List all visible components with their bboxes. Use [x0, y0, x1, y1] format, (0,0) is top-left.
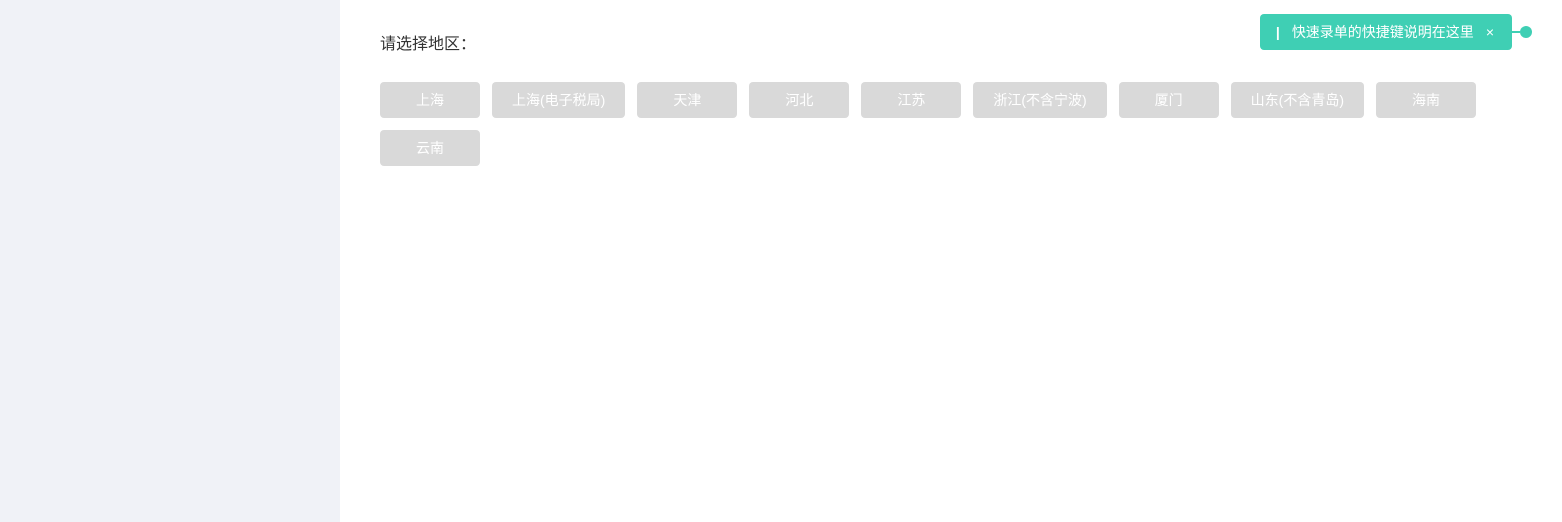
region-button-tianjin[interactable]: 天津: [637, 82, 737, 118]
tooltip-close-button[interactable]: ×: [1484, 24, 1496, 40]
region-button-hainan[interactable]: 海南: [1376, 82, 1476, 118]
region-button-shandong[interactable]: 山东(不含青岛): [1231, 82, 1364, 118]
region-button-shanghai[interactable]: 上海: [380, 82, 480, 118]
region-button-hebei[interactable]: 河北: [749, 82, 849, 118]
tooltip-text: 快速录单的快捷键说明在这里: [1292, 22, 1474, 42]
region-button-yunnan[interactable]: 云南: [380, 130, 480, 166]
tooltip-dot: [1520, 26, 1532, 38]
main-content: 请选择地区： 上海上海(电子税局)天津河北江苏浙江(不含宁波)厦门山东(不含青岛…: [340, 0, 1562, 522]
tooltip-line: [1500, 31, 1520, 33]
left-sidebar: [0, 0, 340, 522]
region-button-jiangsu[interactable]: 江苏: [861, 82, 961, 118]
tooltip-banner: 快速录单的快捷键说明在这里 ×: [1260, 14, 1512, 50]
region-button-zhejiang[interactable]: 浙江(不含宁波): [973, 82, 1106, 118]
region-button-shanghai-etax[interactable]: 上海(电子税局): [492, 82, 625, 118]
region-buttons-container: 上海上海(电子税局) 天津河北江苏浙江(不含宁波) 厦门山东(不含青岛) 海南云南: [380, 82, 1522, 166]
region-button-xiamen[interactable]: 厦门: [1119, 82, 1219, 118]
